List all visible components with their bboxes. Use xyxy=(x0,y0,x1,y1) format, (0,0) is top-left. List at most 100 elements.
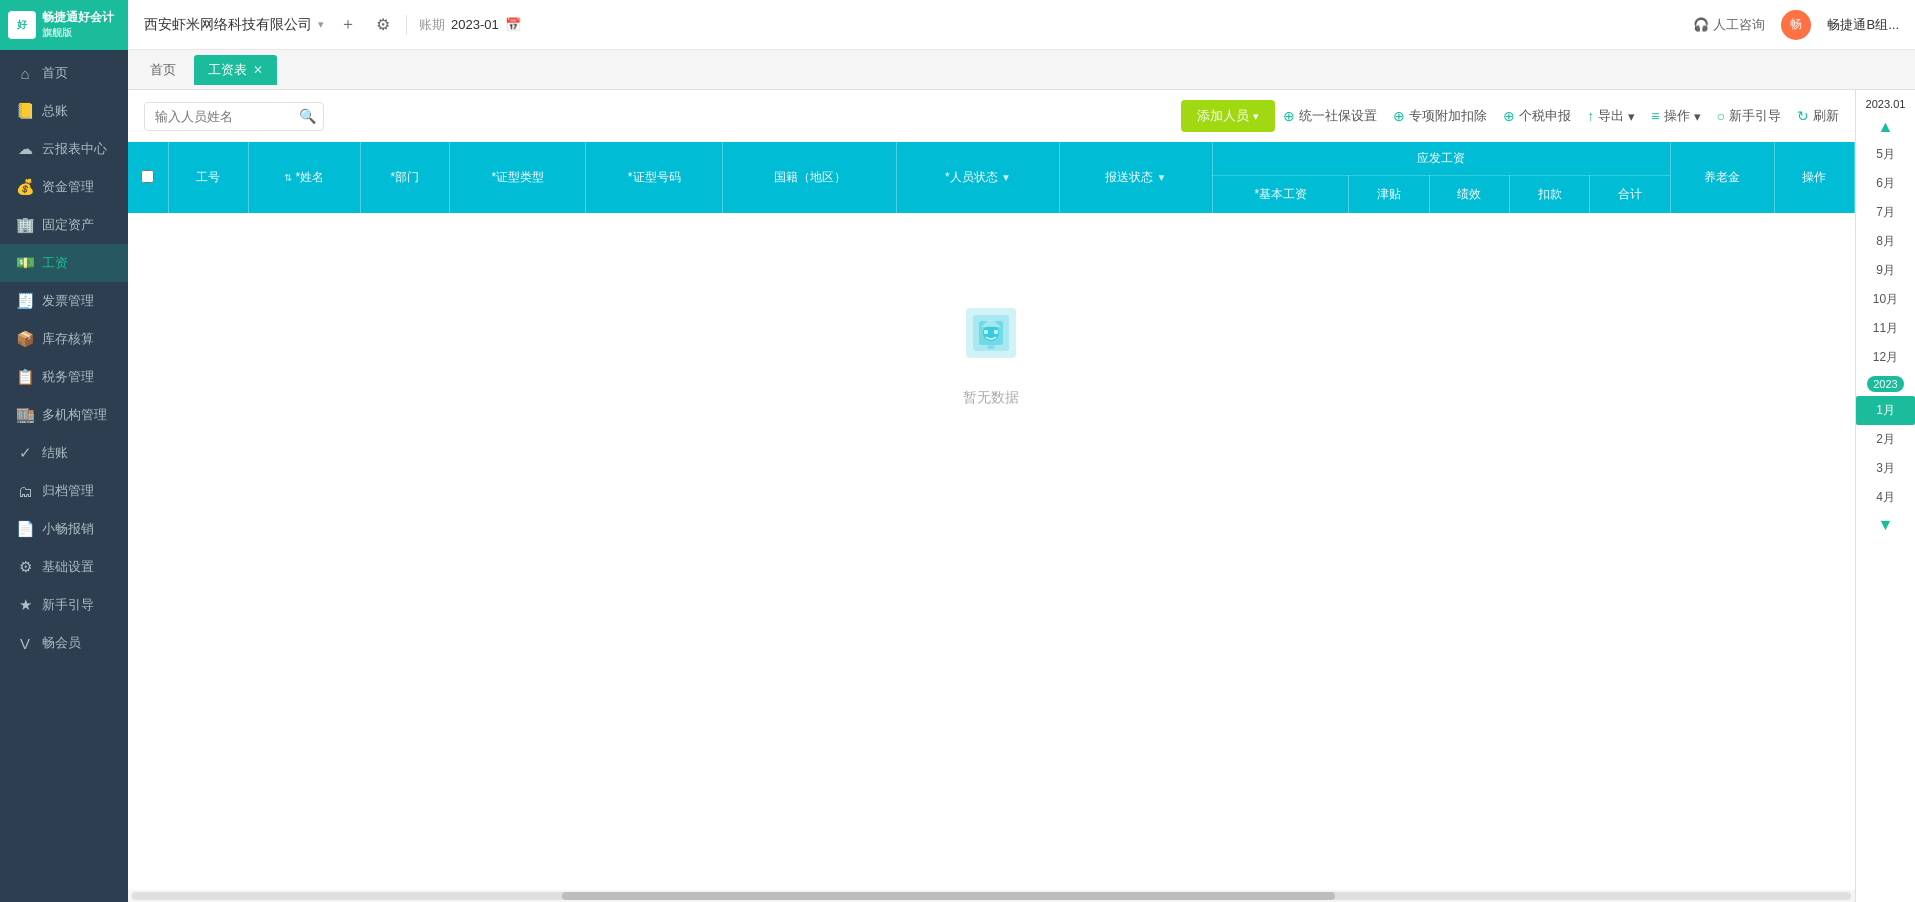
sidebar-item-guide[interactable]: ★新手引导 xyxy=(0,586,128,624)
social-settings-btn[interactable]: ⊕ 统一社保设置 xyxy=(1283,107,1377,125)
calendar-month-8[interactable]: 8月 xyxy=(1856,227,1915,256)
sidebar-item-funds[interactable]: 💰资金管理 xyxy=(0,168,128,206)
calendar-month-4[interactable]: 4月 xyxy=(1856,483,1915,512)
tab-close-icon[interactable]: ✕ xyxy=(253,63,263,77)
select-all-checkbox[interactable] xyxy=(141,170,154,183)
add-company-icon[interactable]: ＋ xyxy=(336,10,360,39)
export-dropdown-icon: ▾ xyxy=(1628,109,1635,124)
calendar-month-9[interactable]: 9月 xyxy=(1856,256,1915,285)
tab-salary[interactable]: 工资表 ✕ xyxy=(194,55,277,85)
scrollbar-thumb[interactable] xyxy=(562,892,1336,900)
operation-icon: ≡ xyxy=(1651,108,1659,124)
sidebar-item-tax[interactable]: 📋税务管理 xyxy=(0,358,128,396)
tab-home-label: 首页 xyxy=(150,62,176,77)
assets-icon: 🏢 xyxy=(16,216,34,234)
sidebar-item-member[interactable]: V畅会员 xyxy=(0,624,128,662)
archive-icon: 🗂 xyxy=(16,483,34,500)
company-selector[interactable]: 西安虾米网络科技有限公司 ▾ xyxy=(144,16,324,34)
sort-icon: ⇅ xyxy=(284,172,292,183)
sidebar-label-ledger: 总账 xyxy=(42,102,68,120)
sidebar: 好 畅捷通好会计 旗舰版 ⌂首页📒总账☁云报表中心💰资金管理🏢固定资产💵工资🧾发… xyxy=(0,0,128,902)
sidebar-item-multi[interactable]: 🏬多机构管理 xyxy=(0,396,128,434)
calendar-month-3[interactable]: 3月 xyxy=(1856,454,1915,483)
sidebar-item-archive[interactable]: 🗂 归档管理 xyxy=(0,472,128,510)
calendar-month-12[interactable]: 12月 xyxy=(1856,343,1915,372)
calendar-up-arrow[interactable]: ▲ xyxy=(1874,114,1898,140)
support-button[interactable]: 🎧 人工咨询 xyxy=(1693,16,1765,34)
topbar: 西安虾米网络科技有限公司 ▾ ＋ ⚙ 账期 2023-01 📅 🎧 人工咨询 畅… xyxy=(128,0,1915,50)
sidebar-item-settings[interactable]: ⚙基础设置 xyxy=(0,548,128,586)
period-label: 账期 xyxy=(419,16,445,34)
export-btn[interactable]: ↑ 导出 ▾ xyxy=(1587,107,1635,125)
sidebar-item-salary[interactable]: 💵工资 xyxy=(0,244,128,282)
refresh-label: 刷新 xyxy=(1813,107,1839,125)
special-deduction-btn[interactable]: ⊕ 专项附加扣除 xyxy=(1393,107,1487,125)
filter-icon[interactable]: ▼ xyxy=(1001,172,1011,183)
calendar-month-10[interactable]: 10月 xyxy=(1856,285,1915,314)
expense-icon: 📄 xyxy=(16,520,34,538)
calendar-period: 2023.01 xyxy=(1862,94,1910,114)
calendar-down-arrow[interactable]: ▼ xyxy=(1874,512,1898,538)
settings-icon: ⚙ xyxy=(16,558,34,576)
content-area: 🔍 添加人员 ▾ ⊕ 统一社保设置 ⊕ 专项附加扣除 ⊕ xyxy=(128,90,1855,902)
calendar-month-5[interactable]: 5月 xyxy=(1856,140,1915,169)
chevron-down-icon: ▾ xyxy=(318,18,324,31)
calendar-month-2[interactable]: 2月 xyxy=(1856,425,1915,454)
report-filter-icon[interactable]: ▼ xyxy=(1157,172,1167,183)
sidebar-item-expense[interactable]: 📄小畅报销 xyxy=(0,510,128,548)
sidebar-label-closing: 结账 xyxy=(42,444,68,462)
dropdown-arrow-icon: ▾ xyxy=(1253,110,1259,123)
add-person-button[interactable]: 添加人员 ▾ xyxy=(1181,100,1275,132)
calendar-month-6[interactable]: 6月 xyxy=(1856,169,1915,198)
tab-salary-label: 工资表 xyxy=(208,61,247,79)
sidebar-item-inventory[interactable]: 📦库存核算 xyxy=(0,320,128,358)
th-total: 合计 xyxy=(1590,176,1670,214)
sidebar-nav: ⌂首页📒总账☁云报表中心💰资金管理🏢固定资产💵工资🧾发票管理📦库存核算📋税务管理… xyxy=(0,50,128,902)
calendar-month-11[interactable]: 11月 xyxy=(1856,314,1915,343)
tabbar: 首页 工资表 ✕ xyxy=(128,50,1915,90)
logo-icon: 好 xyxy=(8,11,36,39)
toolbar-actions: ⊕ 统一社保设置 ⊕ 专项附加扣除 ⊕ 个税申报 ↑ 导出 ▾ xyxy=(1283,107,1839,125)
scrollbar-track xyxy=(132,892,1851,900)
calendar-month-1[interactable]: 1月 xyxy=(1856,396,1915,425)
year-badge-2023[interactable]: 2023 xyxy=(1867,376,1903,392)
refresh-btn[interactable]: ↻ 刷新 xyxy=(1797,107,1839,125)
calendar-month-7[interactable]: 7月 xyxy=(1856,198,1915,227)
app-version: 旗舰版 xyxy=(42,26,114,40)
report-icon: ☁ xyxy=(16,140,34,158)
sidebar-item-report[interactable]: ☁云报表中心 xyxy=(0,130,128,168)
member-icon: V xyxy=(16,635,34,652)
app-name: 畅捷通好会计 xyxy=(42,10,114,26)
user-avatar: 畅 xyxy=(1781,10,1811,40)
sidebar-item-ledger[interactable]: 📒总账 xyxy=(0,92,128,130)
sidebar-item-assets[interactable]: 🏢固定资产 xyxy=(0,206,128,244)
settings-icon[interactable]: ⚙ xyxy=(372,11,394,38)
user-name[interactable]: 畅捷通B组... xyxy=(1827,16,1899,34)
th-cert-type: *证型类型 xyxy=(449,142,585,213)
search-input[interactable] xyxy=(144,102,324,131)
deduction-icon: ⊕ xyxy=(1393,108,1405,124)
operation-btn[interactable]: ≡ 操作 ▾ xyxy=(1651,107,1700,125)
deduction-label: 专项附加扣除 xyxy=(1409,107,1487,125)
horizontal-scrollbar[interactable] xyxy=(128,890,1855,902)
guide-btn[interactable]: ○ 新手引导 xyxy=(1717,107,1781,125)
sidebar-item-home[interactable]: ⌂首页 xyxy=(0,54,128,92)
tax-report-btn[interactable]: ⊕ 个税申报 xyxy=(1503,107,1571,125)
funds-icon: 💰 xyxy=(16,178,34,196)
th-person-status: *人员状态 ▼ xyxy=(897,142,1059,213)
th-report-status: 报送状态 ▼ xyxy=(1059,142,1212,213)
guide-label: 新手引导 xyxy=(1729,107,1781,125)
guide-icon: ○ xyxy=(1717,108,1725,124)
app-logo: 好 畅捷通好会计 旗舰版 xyxy=(0,0,128,50)
sidebar-item-closing[interactable]: ✓ 结账 xyxy=(0,434,128,472)
sidebar-item-invoice[interactable]: 🧾发票管理 xyxy=(0,282,128,320)
sidebar-label-archive: 归档管理 xyxy=(42,482,94,500)
closing-icon: ✓ xyxy=(16,444,34,462)
salary-table-container: 工号 ⇅ *姓名 *部门 *证型类型 *证型号码 国籍（地区） *人员状态 ▼ … xyxy=(128,142,1855,890)
tab-home[interactable]: 首页 xyxy=(136,55,190,85)
sidebar-label-tax: 税务管理 xyxy=(42,368,94,386)
th-checkbox[interactable] xyxy=(128,142,168,213)
guide-icon: ★ xyxy=(16,596,34,614)
calendar-icon[interactable]: 📅 xyxy=(505,17,521,32)
support-label: 人工咨询 xyxy=(1713,16,1765,34)
